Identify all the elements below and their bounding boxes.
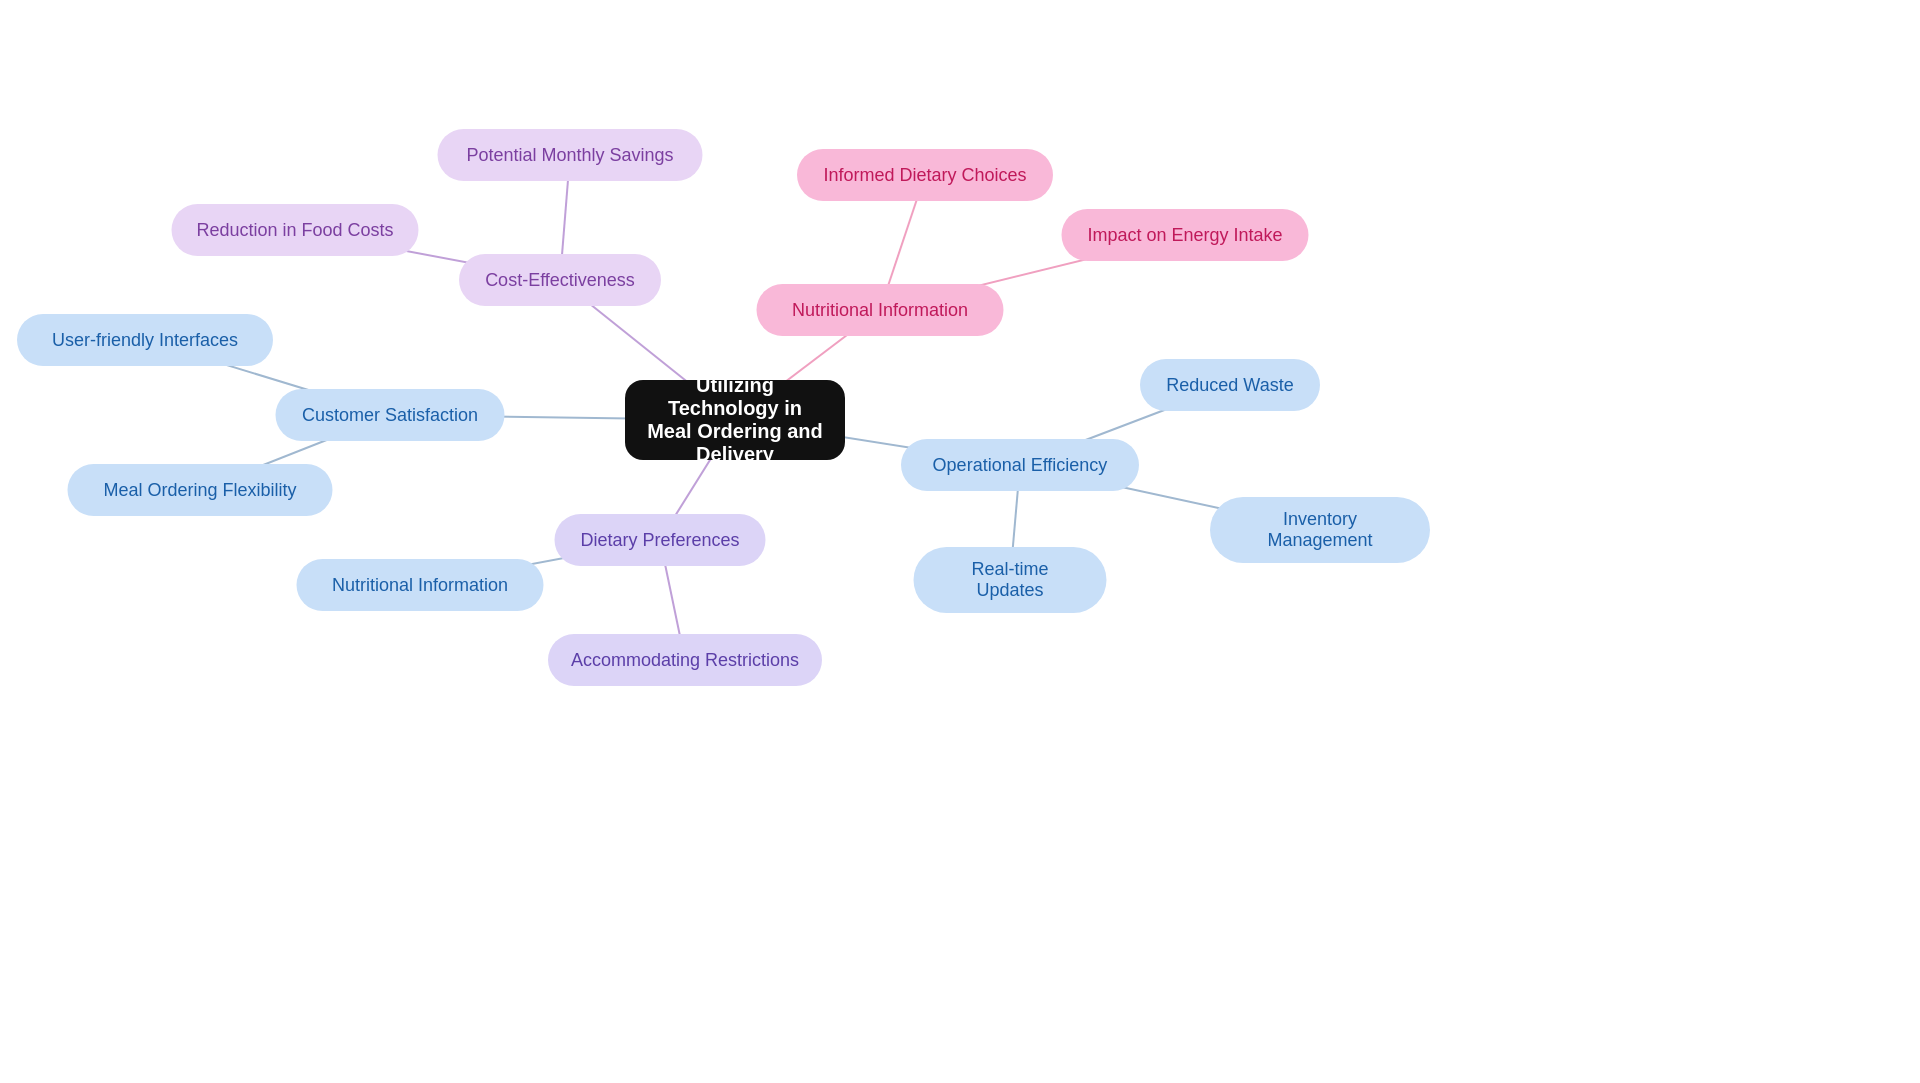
nutritional-info-bottom-node[interactable]: Nutritional Information xyxy=(297,559,544,611)
inventory-management-node[interactable]: Inventory Management xyxy=(1210,497,1430,563)
real-time-updates-node[interactable]: Real-time Updates xyxy=(914,547,1107,613)
reduced-waste-node[interactable]: Reduced Waste xyxy=(1140,359,1320,411)
dietary-info-group-node[interactable]: Dietary Preferences xyxy=(555,514,766,566)
accommodating-restrictions-node[interactable]: Accommodating Restrictions xyxy=(548,634,822,686)
informed-dietary-choices-node[interactable]: Informed Dietary Choices xyxy=(797,149,1053,201)
meal-ordering-flexibility-node[interactable]: Meal Ordering Flexibility xyxy=(68,464,333,516)
nutritional-information-node[interactable]: Nutritional Information xyxy=(757,284,1004,336)
impact-on-energy-intake-node[interactable]: Impact on Energy Intake xyxy=(1062,209,1309,261)
mindmap-container: Utilizing Technology in Meal Ordering an… xyxy=(0,0,1920,1083)
reduction-in-food-costs-node[interactable]: Reduction in Food Costs xyxy=(172,204,419,256)
customer-satisfaction-node[interactable]: Customer Satisfaction xyxy=(276,389,505,441)
potential-monthly-savings-node[interactable]: Potential Monthly Savings xyxy=(438,129,703,181)
operational-efficiency-node[interactable]: Operational Efficiency xyxy=(901,439,1139,491)
user-friendly-interfaces-node[interactable]: User-friendly Interfaces xyxy=(17,314,273,366)
cost-effectiveness-node[interactable]: Cost-Effectiveness xyxy=(459,254,661,306)
center-node[interactable]: Utilizing Technology in Meal Ordering an… xyxy=(625,380,845,460)
